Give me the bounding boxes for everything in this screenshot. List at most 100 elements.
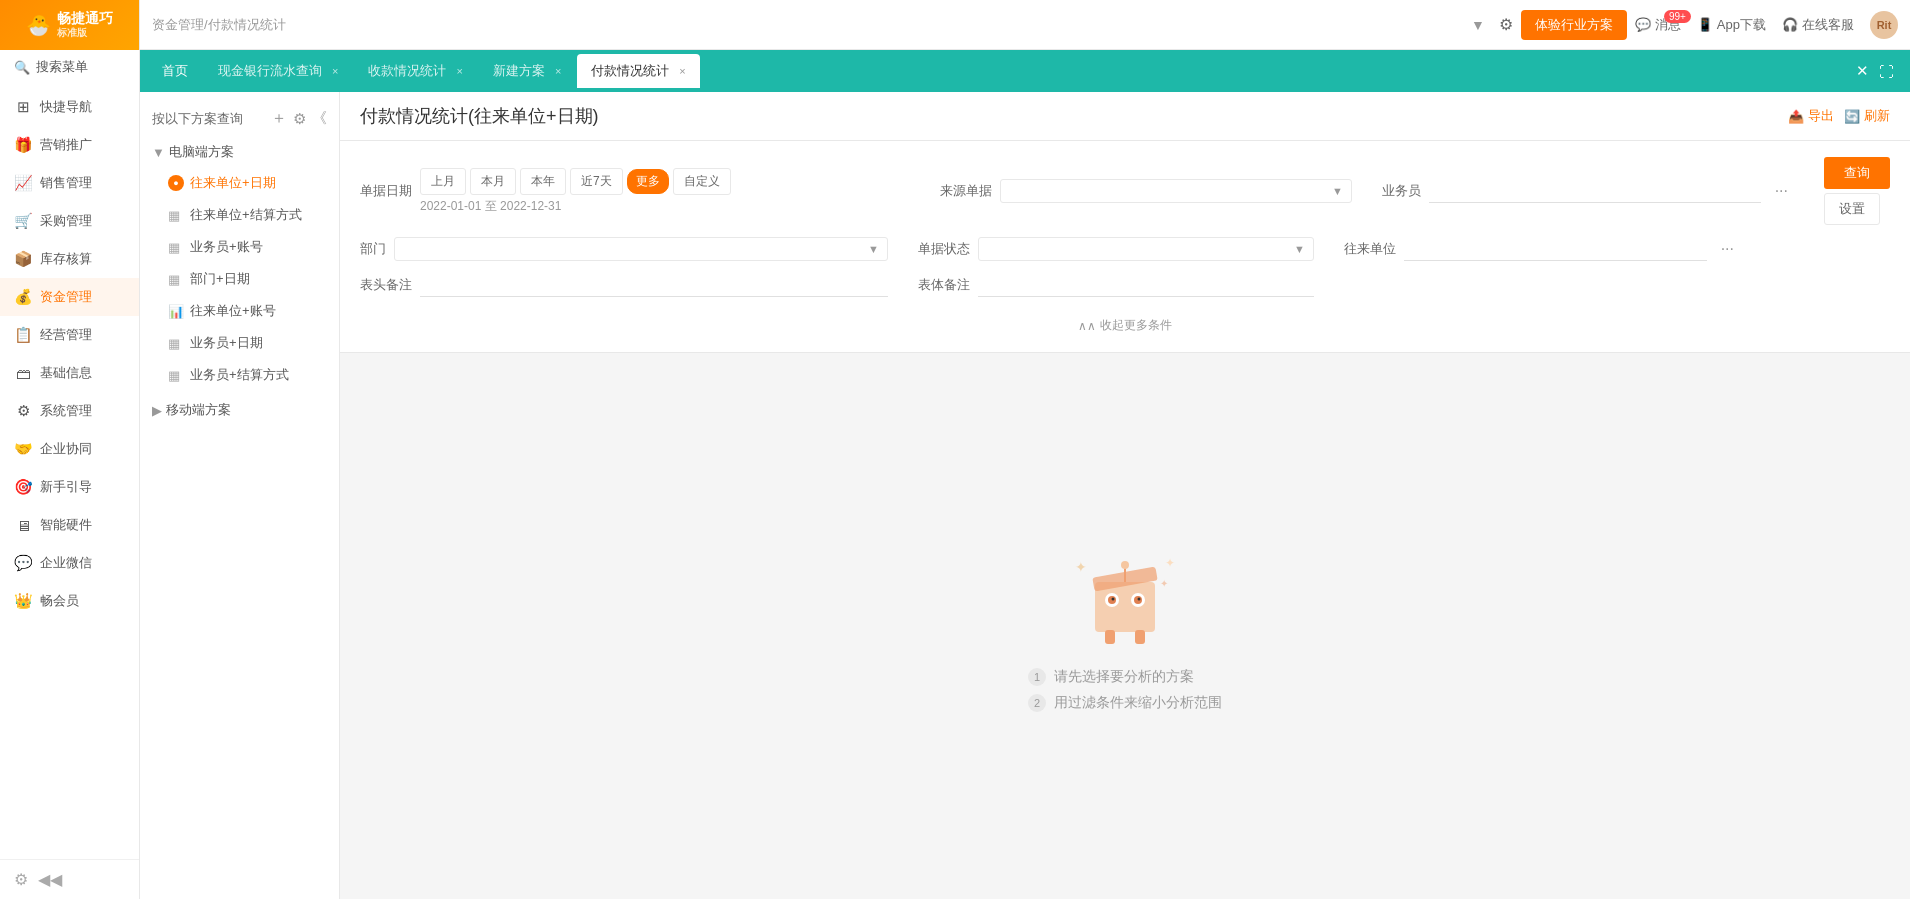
svg-point-6 bbox=[1112, 598, 1115, 601]
topbar-chevron-icon[interactable]: ▼ bbox=[1471, 17, 1485, 33]
scheme-item-partner-date[interactable]: ● 往来单位+日期 bbox=[140, 167, 339, 199]
scheme-item-partner-account[interactable]: 📊 往来单位+账号 bbox=[140, 295, 339, 327]
refresh-btn[interactable]: 🔄 刷新 bbox=[1844, 107, 1890, 125]
table-header-note-input[interactable] bbox=[420, 273, 888, 297]
expand-icon: ▼ bbox=[152, 145, 165, 160]
tab-payment-stats[interactable]: 付款情况统计 × bbox=[577, 54, 699, 88]
tab-new-scheme[interactable]: 新建方案 × bbox=[479, 54, 575, 88]
tab-receipt-stats-close-icon[interactable]: × bbox=[456, 65, 462, 77]
breadcrumb-text: 资金管理/付款情况统计 bbox=[152, 16, 286, 34]
online-service-btn[interactable]: 🎧 在线客服 bbox=[1782, 16, 1854, 34]
date-last-month-btn[interactable]: 上月 bbox=[420, 168, 466, 195]
desktop-group-header[interactable]: ▼ 电脑端方案 bbox=[140, 137, 339, 167]
sidebar-item-system[interactable]: ⚙ 系统管理 bbox=[0, 392, 139, 430]
source-label: 来源单据 bbox=[940, 182, 992, 200]
table-header-note-label: 表头备注 bbox=[360, 276, 412, 294]
query-btn[interactable]: 查询 bbox=[1824, 157, 1890, 189]
scheme-item-salesman-account[interactable]: ▦ 业务员+账号 bbox=[140, 231, 339, 263]
sidebar-item-label: 系统管理 bbox=[40, 402, 92, 420]
sidebar-item-inventory[interactable]: 📦 库存核算 bbox=[0, 240, 139, 278]
settings-icon[interactable]: ⚙ bbox=[14, 870, 28, 889]
export-btn[interactable]: 📤 导出 bbox=[1788, 107, 1834, 125]
tab-new-scheme-close-icon[interactable]: × bbox=[555, 65, 561, 77]
scheme-collapse-icon[interactable]: 《 bbox=[312, 109, 327, 128]
tab-payment-stats-label: 付款情况统计 bbox=[591, 62, 669, 80]
date-this-month-btn[interactable]: 本月 bbox=[470, 168, 516, 195]
maximize-icon[interactable]: ⛶ bbox=[1879, 63, 1894, 80]
scheme-settings-icon[interactable]: ⚙ bbox=[293, 110, 306, 128]
dept-select[interactable]: ▼ bbox=[394, 237, 888, 261]
sidebar-item-marketing[interactable]: 🎁 营销推广 bbox=[0, 126, 139, 164]
sidebar-item-sales[interactable]: 📈 销售管理 bbox=[0, 164, 139, 202]
sidebar-item-basic-info[interactable]: 🗃 基础信息 bbox=[0, 354, 139, 392]
scheme-item-salesman-settle[interactable]: ▦ 业务员+结算方式 bbox=[140, 359, 339, 391]
tab-receipt-stats[interactable]: 收款情况统计 × bbox=[354, 54, 476, 88]
sidebar-item-label: 基础信息 bbox=[40, 364, 92, 382]
sidebar-item-label: 智能硬件 bbox=[40, 516, 92, 534]
scheme-item-partner-settle[interactable]: ▦ 往来单位+结算方式 bbox=[140, 199, 339, 231]
sidebar-item-operations[interactable]: 📋 经营管理 bbox=[0, 316, 139, 354]
tab-bank-flow[interactable]: 现金银行流水查询 × bbox=[204, 54, 352, 88]
home-label: 首页 bbox=[162, 62, 188, 80]
date-custom-btn[interactable]: 自定义 bbox=[673, 168, 731, 195]
scheme-panel-label: 按以下方案查询 bbox=[152, 110, 243, 128]
mobile-group-header[interactable]: ▶ 移动端方案 bbox=[140, 395, 339, 425]
dept-select-arrow: ▼ bbox=[868, 243, 879, 255]
sidebar-item-label: 畅会员 bbox=[40, 592, 79, 610]
sidebar-item-enterprise[interactable]: 🤝 企业协同 bbox=[0, 430, 139, 468]
svg-rect-10 bbox=[1105, 630, 1115, 644]
source-select[interactable]: ▼ bbox=[1000, 179, 1352, 203]
table-body-note-input[interactable] bbox=[978, 273, 1314, 297]
tab-payment-stats-close-icon[interactable]: × bbox=[679, 65, 685, 77]
phone-icon: 📱 bbox=[1697, 17, 1713, 32]
sidebar-item-label: 新手引导 bbox=[40, 478, 92, 496]
sidebar-item-wechat[interactable]: 💬 企业微信 bbox=[0, 544, 139, 582]
partner-input[interactable] bbox=[1404, 237, 1707, 261]
table-icon3: ▦ bbox=[168, 272, 184, 287]
user-avatar[interactable]: Rit bbox=[1870, 11, 1898, 39]
salesman-more-btn[interactable]: ··· bbox=[1769, 180, 1794, 202]
salesman-input[interactable] bbox=[1429, 179, 1761, 203]
date-more-btn[interactable]: 更多 bbox=[627, 169, 669, 194]
search-menu[interactable]: 🔍 搜索菜单 bbox=[0, 50, 139, 84]
table-icon: ▦ bbox=[168, 208, 184, 223]
trial-btn[interactable]: 体验行业方案 bbox=[1521, 10, 1627, 40]
scheme-item-dept-date[interactable]: ▦ 部门+日期 bbox=[140, 263, 339, 295]
doc-status-select-arrow: ▼ bbox=[1294, 243, 1305, 255]
collapse-up-icon: ∧∧ bbox=[1078, 319, 1096, 333]
sidebar-item-purchase[interactable]: 🛒 采购管理 bbox=[0, 202, 139, 240]
collapse-bar[interactable]: ∧∧ 收起更多条件 bbox=[360, 309, 1890, 342]
quick-nav-icon: ⊞ bbox=[14, 98, 32, 116]
date-7days-btn[interactable]: 近7天 bbox=[570, 168, 623, 195]
topbar-gear-icon[interactable]: ⚙ bbox=[1499, 15, 1513, 34]
date-this-year-btn[interactable]: 本年 bbox=[520, 168, 566, 195]
close-all-icon[interactable]: ✕ bbox=[1856, 62, 1869, 80]
membership-icon: 👑 bbox=[14, 592, 32, 610]
app-download-btn[interactable]: 📱 App下载 bbox=[1697, 16, 1766, 34]
tab-home[interactable]: 首页 bbox=[148, 54, 202, 88]
tab-bank-flow-close-icon[interactable]: × bbox=[332, 65, 338, 77]
avatar-text: Rit bbox=[1877, 19, 1892, 31]
setting-btn[interactable]: 设置 bbox=[1824, 193, 1880, 225]
add-scheme-icon[interactable]: ＋ bbox=[271, 108, 287, 129]
sidebar-item-hardware[interactable]: 🖥 智能硬件 bbox=[0, 506, 139, 544]
message-btn[interactable]: 💬 消息 99+ bbox=[1635, 16, 1681, 34]
hardware-icon: 🖥 bbox=[14, 517, 32, 534]
empty-state: ✦ ✦ ✦ 1 请先选择要分析的方案 2 用过滤条件来缩小分析范围 bbox=[340, 353, 1910, 899]
sidebar-item-label: 资金管理 bbox=[40, 288, 92, 306]
enterprise-icon: 🤝 bbox=[14, 440, 32, 458]
collapse-sidebar-icon[interactable]: ◀◀ bbox=[38, 870, 62, 889]
mobile-scheme-group: ▶ 移动端方案 bbox=[140, 393, 339, 427]
chart-icon: 📊 bbox=[168, 304, 184, 319]
salesman-label: 业务员 bbox=[1382, 182, 1421, 200]
sidebar-item-capital[interactable]: 💰 资金管理 bbox=[0, 278, 139, 316]
sidebar-item-quick-nav[interactable]: ⊞ 快捷导航 bbox=[0, 88, 139, 126]
sidebar-item-membership[interactable]: 👑 畅会员 bbox=[0, 582, 139, 620]
scheme-item-salesman-date[interactable]: ▦ 业务员+日期 bbox=[140, 327, 339, 359]
doc-status-select[interactable]: ▼ bbox=[978, 237, 1314, 261]
tab-new-scheme-label: 新建方案 bbox=[493, 62, 545, 80]
dept-label: 部门 bbox=[360, 240, 386, 258]
breadcrumb: 资金管理/付款情况统计 bbox=[152, 16, 1463, 34]
partner-more-btn[interactable]: ··· bbox=[1715, 238, 1740, 260]
sidebar-item-guide[interactable]: 🎯 新手引导 bbox=[0, 468, 139, 506]
